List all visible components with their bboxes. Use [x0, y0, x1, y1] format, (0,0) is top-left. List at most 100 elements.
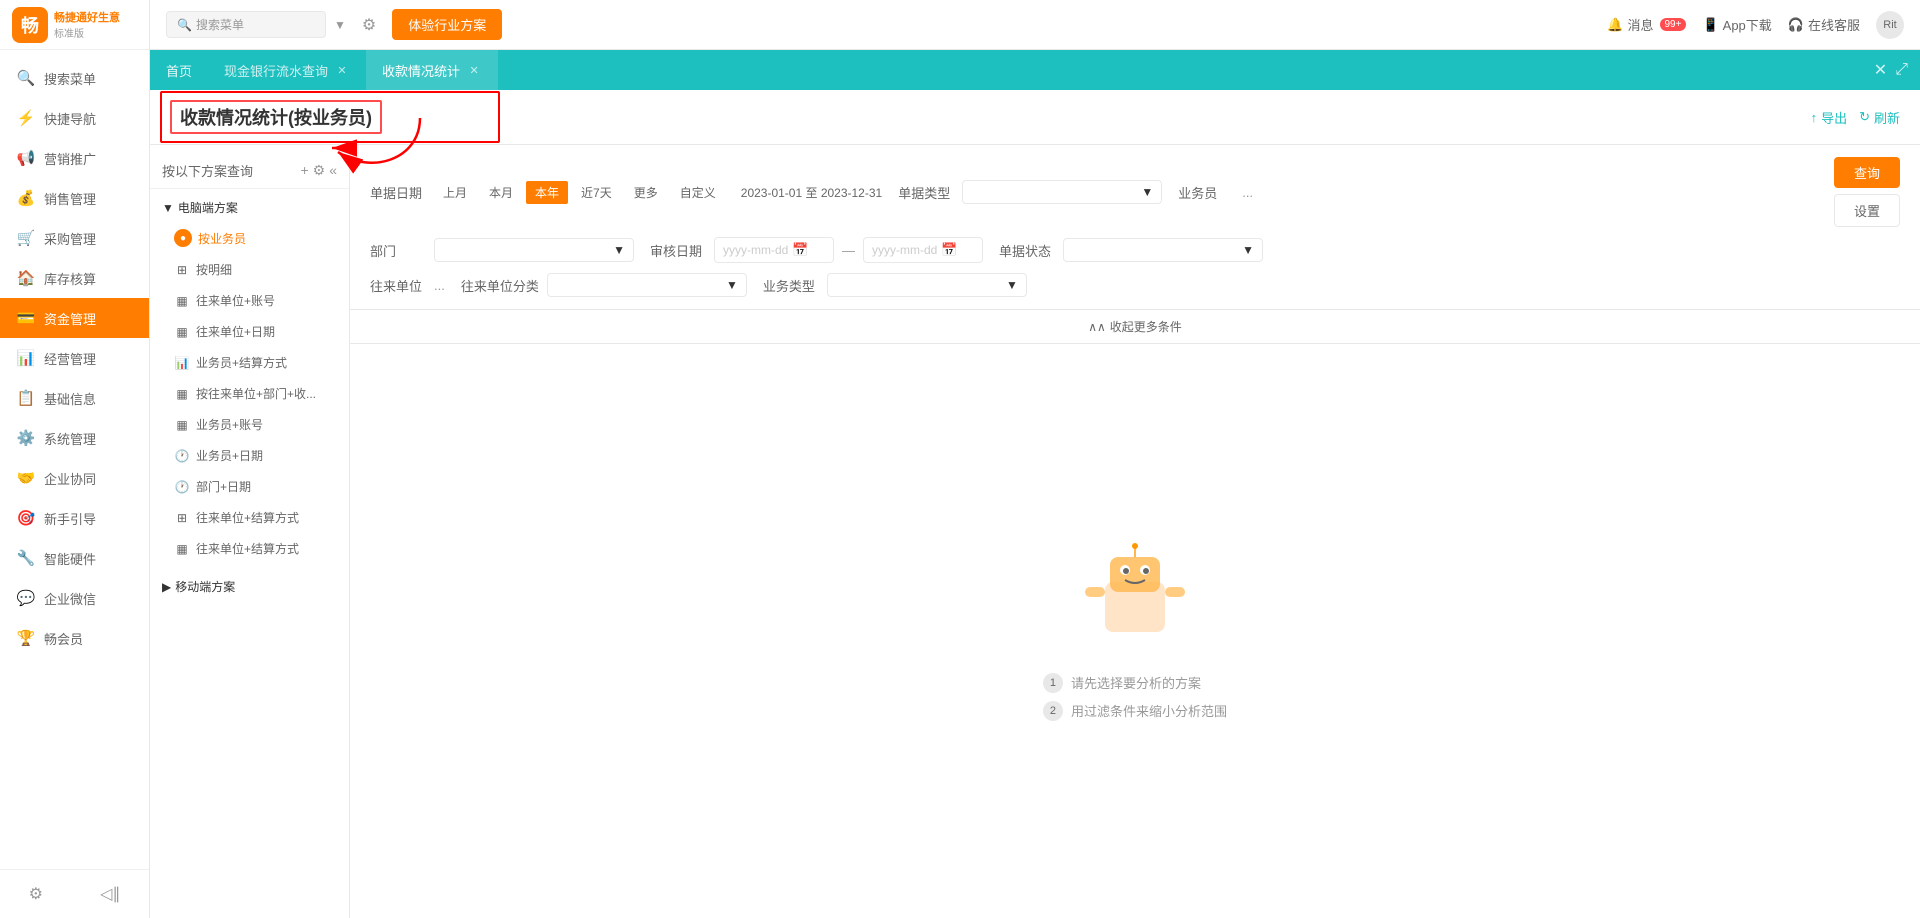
sidebar-item-enterprise[interactable]: 🤝 企业协同 — [0, 458, 149, 498]
scheme-item-salesperson-account[interactable]: ▦ 业务员+账号 — [150, 409, 349, 440]
step-1-text: 请先选择要分析的方案 — [1071, 673, 1201, 692]
scheme-group-desktop-title[interactable]: ▼ 电脑端方案 — [150, 193, 349, 222]
sidebar-item-basic[interactable]: 📋 基础信息 — [0, 378, 149, 418]
sidebar-item-search[interactable]: 🔍 搜索菜单 — [0, 58, 149, 98]
sidebar-item-guide[interactable]: 🎯 新手引导 — [0, 498, 149, 538]
doc-status-select[interactable]: ▼ — [1063, 238, 1263, 262]
sidebar-item-sales[interactable]: 💰 销售管理 — [0, 178, 149, 218]
date-btn-this-year[interactable]: 本年 — [526, 181, 568, 204]
finance-icon: 💳 — [16, 308, 36, 328]
logo-text: 畅捷通好生意 标准版 — [54, 9, 120, 40]
add-scheme-btn[interactable]: + — [300, 162, 308, 179]
scheme-item-partner-dept[interactable]: ▦ 按往来单位+部门+收... — [150, 378, 349, 409]
review-date-from[interactable]: yyyy-mm-dd 📅 — [714, 237, 834, 263]
scheme-item-partner-date[interactable]: ▦ 往来单位+日期 — [150, 316, 349, 347]
user-initial: Rit — [1883, 19, 1896, 31]
sidebar-item-label-marketing: 营销推广 — [44, 149, 96, 168]
date-range-text: 2023-01-01 至 2023-12-31 — [741, 184, 882, 201]
calendar-icon-to: 📅 — [941, 242, 957, 258]
scheme-item-by-salesperson[interactable]: ● 按业务员 — [150, 222, 349, 254]
sidebar-item-marketing[interactable]: 📢 营销推广 — [0, 138, 149, 178]
filter-actions: 查询 设置 — [1834, 157, 1900, 227]
tab-close-all-btn[interactable]: ✕ — [1874, 60, 1887, 80]
filter-item-review-date: 审核日期 yyyy-mm-dd 📅 — yyyy-mm-dd 📅 — [650, 237, 983, 263]
sidebar-logo: 畅 畅捷通好生意 标准版 — [0, 0, 149, 50]
enterprise-icon: 🤝 — [16, 468, 36, 488]
partner-dots[interactable]: ... — [434, 278, 445, 293]
collapse-up-icon: ∧∧ — [1088, 320, 1106, 334]
messages-button[interactable]: 🔔 消息 99+ — [1607, 15, 1686, 34]
sidebar-item-finance[interactable]: 💳 资金管理 — [0, 298, 149, 338]
sidebar-settings-btn[interactable]: ⚙ — [21, 880, 51, 908]
app-download-button[interactable]: 📱 App下载 — [1702, 15, 1771, 34]
tab-collection[interactable]: 收款情况统计 ✕ — [366, 50, 498, 90]
partner-category-label: 往来单位分类 — [461, 276, 539, 295]
sidebar-collapse-btn[interactable]: ◁∥ — [92, 880, 128, 908]
sidebar: 畅 畅捷通好生意 标准版 🔍 搜索菜单 ⚡ 快捷导航 📢 营销推广 💰 销售管理… — [0, 0, 150, 918]
date-btn-7days[interactable]: 近7天 — [572, 181, 621, 204]
date-btn-custom[interactable]: 自定义 — [671, 181, 725, 204]
review-date-label: 审核日期 — [650, 241, 706, 260]
tab-home[interactable]: 首页 — [150, 50, 208, 90]
sidebar-item-label-operation: 经营管理 — [44, 349, 96, 368]
scheme-item-partner-account[interactable]: ▦ 往来单位+账号 — [150, 285, 349, 316]
salesperson-dots[interactable]: ... — [1242, 185, 1253, 200]
settings-scheme-btn[interactable]: ⚙ — [313, 162, 326, 179]
partner-category-select[interactable]: ▼ — [547, 273, 747, 297]
tab-collection-close[interactable]: ✕ — [466, 62, 482, 78]
trial-button[interactable]: 体验行业方案 — [392, 9, 502, 40]
date-btn-more[interactable]: 更多 — [625, 181, 667, 204]
filter-item-doc-type: 单据类型 ▼ — [898, 180, 1162, 204]
sidebar-item-hardware[interactable]: 🔧 智能硬件 — [0, 538, 149, 578]
dept-select[interactable]: ▼ — [434, 238, 634, 262]
sidebar-item-purchase[interactable]: 🛒 采购管理 — [0, 218, 149, 258]
query-button[interactable]: 查询 — [1834, 157, 1900, 188]
collapse-bar[interactable]: ∧∧ 收起更多条件 — [350, 310, 1920, 344]
topbar-search-placeholder: 搜索菜单 — [196, 16, 244, 33]
scheme-active-icon: ● — [174, 229, 192, 247]
purchase-icon: 🛒 — [16, 228, 36, 248]
scheme-item-salesperson-account-label: 业务员+账号 — [196, 416, 263, 433]
tab-bank[interactable]: 现金银行流水查询 ✕ — [208, 50, 366, 90]
left-panel-header-label: 按以下方案查询 — [162, 161, 253, 180]
review-date-to[interactable]: yyyy-mm-dd 📅 — [863, 237, 983, 263]
collapse-panel-btn[interactable]: « — [329, 162, 337, 179]
settings-button[interactable]: 设置 — [1834, 194, 1900, 227]
user-avatar-button[interactable]: Rit — [1876, 11, 1904, 39]
biz-type-select[interactable]: ▼ — [827, 273, 1027, 297]
export-button[interactable]: ↑ 导出 — [1811, 108, 1848, 127]
tab-bank-close[interactable]: ✕ — [334, 62, 350, 78]
topbar-settings-icon[interactable]: ⚙ — [362, 15, 376, 35]
date-btn-this-month[interactable]: 本月 — [480, 181, 522, 204]
sidebar-item-label-hardware: 智能硬件 — [44, 549, 96, 568]
date-btn-last-month[interactable]: 上月 — [434, 181, 476, 204]
scheme-group-mobile-title[interactable]: ▶ 移动端方案 — [150, 572, 349, 601]
right-panel: 单据日期 上月 本月 本年 近7天 更多 自定义 2023-01-01 至 20… — [350, 145, 1920, 918]
topbar-search[interactable]: 🔍 搜索菜单 — [166, 11, 326, 38]
online-service-button[interactable]: 🎧 在线客服 — [1788, 15, 1860, 34]
sidebar-item-label-member: 畅会员 — [44, 629, 83, 648]
scheme-item-by-detail[interactable]: ⊞ 按明细 — [150, 254, 349, 285]
doc-type-select[interactable]: ▼ — [962, 180, 1162, 204]
scheme-item-dept-date[interactable]: 🕐 部门+日期 — [150, 471, 349, 502]
sidebar-item-member[interactable]: 🏆 畅会员 — [0, 618, 149, 658]
scheme-item-partner-settle[interactable]: ⊞ 往来单位+结算方式 — [150, 502, 349, 533]
content-area: 按以下方案查询 + ⚙ « ▼ 电脑端方案 ● 按业务员 — [150, 145, 1920, 918]
scheme-item-salesperson-date[interactable]: 🕐 业务员+日期 — [150, 440, 349, 471]
sidebar-item-label-search: 搜索菜单 — [44, 69, 96, 88]
sidebar-nav: 🔍 搜索菜单 ⚡ 快捷导航 📢 营销推广 💰 销售管理 🛒 采购管理 🏠 库存核… — [0, 50, 149, 869]
topbar-arrow[interactable]: ▼ — [334, 18, 346, 32]
sidebar-item-operation[interactable]: 📊 经营管理 — [0, 338, 149, 378]
scheme-item-by-detail-label: 按明细 — [196, 261, 232, 278]
sidebar-item-quicknav[interactable]: ⚡ 快捷导航 — [0, 98, 149, 138]
empty-state: 1 请先选择要分析的方案 2 用过滤条件来缩小分析范围 — [350, 344, 1920, 918]
scheme-partner-dept-icon: ▦ — [174, 386, 190, 402]
scheme-item-salesperson-settle[interactable]: 📊 业务员+结算方式 — [150, 347, 349, 378]
sidebar-item-system[interactable]: ⚙️ 系统管理 — [0, 418, 149, 458]
sidebar-item-inventory[interactable]: 🏠 库存核算 — [0, 258, 149, 298]
scheme-item-partner-settle2[interactable]: ▦ 往来单位+结算方式 — [150, 533, 349, 564]
page-title: 收款情况统计(按业务员) — [170, 100, 382, 134]
refresh-button[interactable]: ↻ 刷新 — [1859, 108, 1900, 127]
tab-expand-btn[interactable]: ⤢ — [1895, 61, 1908, 79]
sidebar-item-wechat[interactable]: 💬 企业微信 — [0, 578, 149, 618]
